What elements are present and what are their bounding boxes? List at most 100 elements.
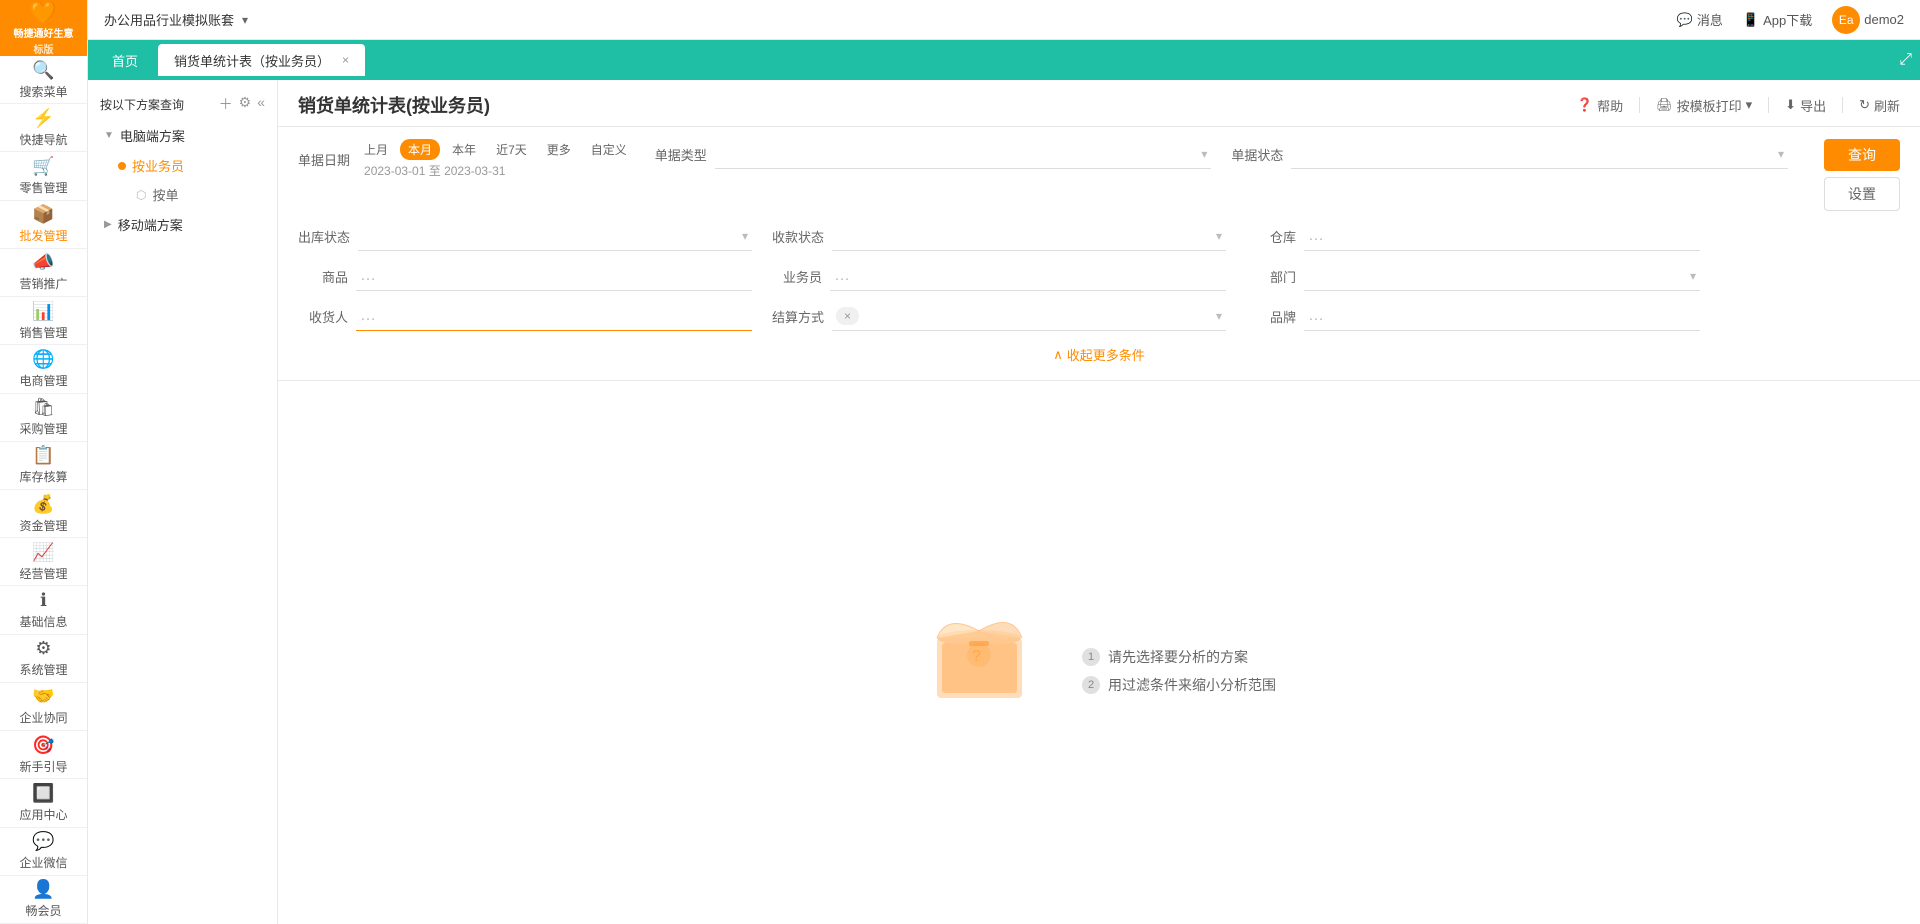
- box-svg: ?: [922, 603, 1042, 703]
- collapse-panel-icon[interactable]: «: [257, 94, 265, 114]
- print-dropdown-icon[interactable]: ▾: [1746, 97, 1753, 113]
- date-tab-more[interactable]: 更多: [539, 139, 579, 160]
- tab-close-icon[interactable]: ×: [342, 53, 349, 67]
- svg-text:?: ?: [972, 648, 981, 665]
- collapse-filter-btn[interactable]: ∧ 收起更多条件: [1049, 341, 1149, 368]
- out-status-select[interactable]: ▾: [358, 221, 752, 251]
- purchase-icon: 🛍: [32, 397, 55, 418]
- dot-active: [118, 162, 126, 170]
- messages-label: 消息: [1697, 10, 1723, 29]
- sidebar-item-operations[interactable]: 📈 经营管理: [0, 538, 88, 586]
- current-suite: 办公用品行业模拟账套: [104, 10, 234, 29]
- empty-line2: 2 用过滤条件来缩小分析范围: [1082, 675, 1276, 695]
- date-tab-thisyear[interactable]: 本年: [444, 139, 484, 160]
- query-button[interactable]: 查询: [1824, 139, 1900, 171]
- add-scheme-icon[interactable]: ＋: [219, 94, 233, 114]
- basics-icon: ℹ: [40, 590, 47, 611]
- tree-salesperson-label: 按业务员: [132, 156, 184, 175]
- sidebar-item-sales[interactable]: 📊 销售管理: [0, 297, 88, 345]
- right-panel: 销货单统计表(按业务员) ❓ 帮助 🖨 按模板打印 ▾ ⬇: [278, 80, 1920, 924]
- suite-dropdown[interactable]: ▾: [242, 13, 248, 27]
- sidebar-item-coop[interactable]: 🤝 企业协同: [0, 683, 88, 731]
- tree-desktop-label: 电脑端方案: [120, 126, 185, 145]
- app-download-btn[interactable]: 📱 App下载: [1743, 10, 1812, 29]
- tree-mobile-section[interactable]: ▶ 移动端方案: [88, 209, 277, 240]
- user-menu[interactable]: Ea demo2: [1832, 6, 1904, 34]
- settlement-select[interactable]: × ▾: [832, 301, 1226, 331]
- sidebar-purchase-label: 采购管理: [19, 420, 67, 437]
- tree-desktop-section[interactable]: ▼ 电脑端方案: [88, 120, 277, 151]
- newbie-icon: 🎯: [32, 735, 54, 756]
- date-tab-custom[interactable]: 自定义: [583, 139, 635, 160]
- member-icon: 👤: [32, 879, 54, 900]
- sidebar-item-purchase[interactable]: 🛍 采购管理: [0, 394, 88, 442]
- sidebar-system-label: 系统管理: [19, 661, 67, 678]
- brand-select[interactable]: …: [1304, 301, 1700, 331]
- sidebar-item-wecom[interactable]: 💬 企业微信: [0, 828, 88, 876]
- tabbar-actions: ⤢: [1899, 51, 1912, 69]
- sidebar-item-apps[interactable]: 🔲 应用中心: [0, 779, 88, 827]
- brand-label: 品牌: [1246, 307, 1296, 326]
- doc-status-label: 单据状态: [1231, 145, 1283, 164]
- sidebar-item-ecommerce[interactable]: 🌐 电商管理: [0, 345, 88, 393]
- sidebar-item-retail[interactable]: 🛒 零售管理: [0, 152, 88, 200]
- sidebar-item-finance[interactable]: 💰 资金管理: [0, 490, 88, 538]
- message-icon: 💬: [1677, 12, 1693, 28]
- topbar: 办公用品行业模拟账套 ▾ 💬 消息 📱 App下载 Ea demo2: [88, 0, 1920, 40]
- sidebar-item-search[interactable]: 🔍 搜索菜单: [0, 56, 88, 104]
- sidebar-marketing-label: 营销推广: [19, 275, 67, 292]
- divider1: [1639, 97, 1640, 113]
- print-btn[interactable]: 🖨 按模板打印 ▾: [1656, 96, 1752, 115]
- sidebar-wholesale-label: 批发管理: [19, 227, 67, 244]
- sidebar-item-basics[interactable]: ℹ 基础信息: [0, 586, 88, 634]
- sidebar-item-quicknav[interactable]: ⚡ 快捷导航: [0, 104, 88, 152]
- user-avatar: Ea: [1832, 6, 1860, 34]
- right-buttons: 查询 设置: [1808, 139, 1900, 211]
- receiver-input[interactable]: …: [356, 301, 752, 331]
- date-tab-thismonth[interactable]: 本月: [400, 139, 440, 160]
- salesperson-dots: …: [834, 267, 852, 285]
- sidebar-item-system[interactable]: ⚙ 系统管理: [0, 635, 88, 683]
- refresh-btn[interactable]: ↻ 刷新: [1859, 96, 1900, 115]
- settings-button[interactable]: 设置: [1824, 177, 1900, 211]
- tree-child-salesperson[interactable]: 按业务员: [88, 151, 277, 180]
- receiver-label: 收货人: [298, 307, 348, 326]
- date-tab-7days[interactable]: 近7天: [488, 139, 535, 160]
- tab-salesperson-report[interactable]: 销货单统计表（按业务员） ×: [158, 44, 365, 76]
- help-icon: ❓: [1577, 97, 1593, 113]
- settlement-clear-btn[interactable]: ×: [844, 309, 851, 323]
- sidebar-item-inventory[interactable]: 📋 库存核算: [0, 442, 88, 490]
- warehouse-select[interactable]: …: [1304, 221, 1700, 251]
- sidebar-item-member[interactable]: 👤 畅会员: [0, 876, 88, 924]
- sidebar-item-wholesale[interactable]: 📦 批发管理: [0, 201, 88, 249]
- brand-dots: …: [1308, 307, 1326, 325]
- help-label: 帮助: [1597, 96, 1623, 115]
- sidebar-item-marketing[interactable]: 📣 营销推广: [0, 249, 88, 297]
- help-btn[interactable]: ❓ 帮助: [1577, 96, 1623, 115]
- doc-type-select[interactable]: ▾: [715, 139, 1212, 169]
- product-select[interactable]: …: [356, 261, 752, 291]
- inventory-icon: 📋: [32, 445, 54, 466]
- receive-status-select[interactable]: ▾: [832, 221, 1226, 251]
- date-tab-lastmonth[interactable]: 上月: [356, 139, 396, 160]
- department-select[interactable]: ▾: [1304, 261, 1700, 291]
- sidebar-item-newbie[interactable]: 🎯 新手引导: [0, 731, 88, 779]
- empty-state: ? 1 请先选择要分析的方案 2 用过滤条件来缩小分析范围: [278, 381, 1920, 924]
- retail-icon: 🛒: [32, 156, 54, 177]
- tab-maximize-icon[interactable]: ⤢: [1899, 51, 1912, 69]
- tabbar: 首页 销货单统计表（按业务员） × ⤢: [88, 40, 1920, 80]
- sidebar-quicknav-label: 快捷导航: [19, 131, 67, 148]
- settings-scheme-icon[interactable]: ⚙: [239, 94, 252, 114]
- tree-arrow-desktop: ▼: [104, 130, 114, 141]
- tab-home[interactable]: 首页: [96, 44, 154, 76]
- sidebar-basics-label: 基础信息: [19, 613, 67, 630]
- messages-btn[interactable]: 💬 消息: [1677, 10, 1723, 29]
- page-title: 销货单统计表(按业务员): [298, 92, 490, 118]
- salesperson-select[interactable]: …: [830, 261, 1226, 291]
- app-download-label: App下载: [1763, 10, 1812, 29]
- tree-child-order[interactable]: ⬡ 按单: [88, 180, 277, 209]
- tree-order-label: 按单: [152, 185, 178, 204]
- export-btn[interactable]: ⬇ 导出: [1785, 96, 1826, 115]
- doc-status-select[interactable]: ▾: [1291, 139, 1788, 169]
- department-label: 部门: [1246, 267, 1296, 286]
